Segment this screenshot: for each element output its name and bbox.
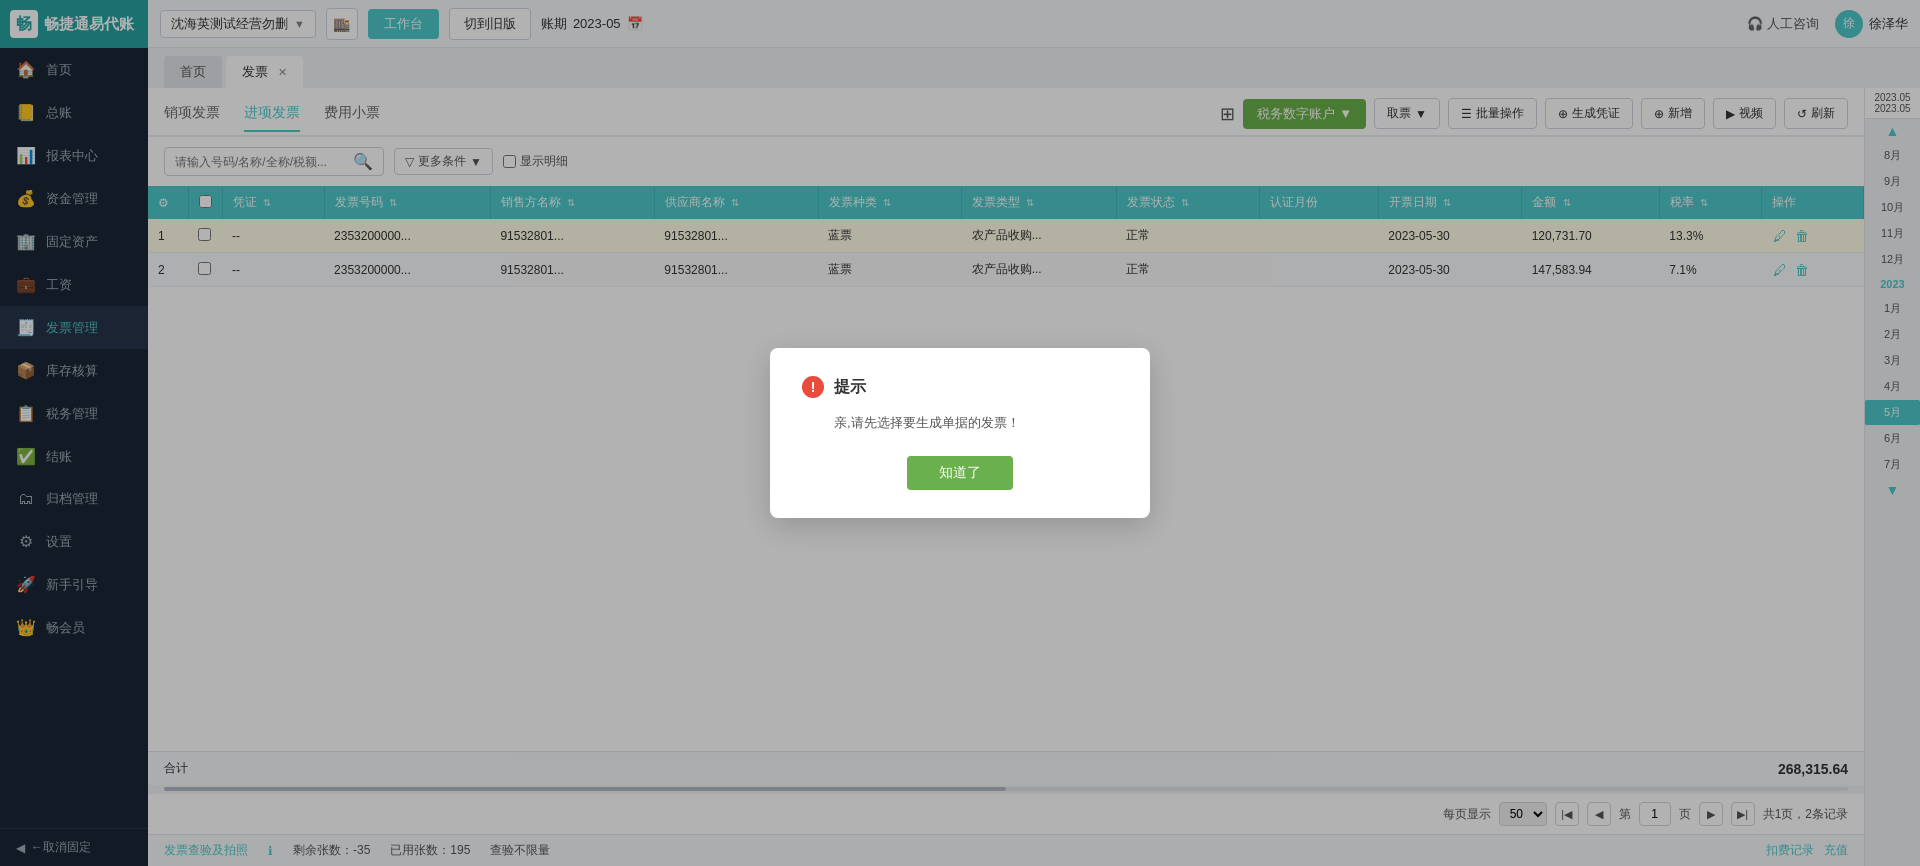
modal-message: 亲,请先选择要生成单据的发票！ xyxy=(834,415,1020,430)
modal-title: ! 提示 xyxy=(802,376,1118,398)
modal-footer: 知道了 xyxy=(802,456,1118,490)
warning-icon: ! xyxy=(802,376,824,398)
alert-modal: ! 提示 亲,请先选择要生成单据的发票！ 知道了 xyxy=(770,348,1150,518)
modal-title-text: 提示 xyxy=(834,377,866,398)
modal-body: 亲,请先选择要生成单据的发票！ xyxy=(802,414,1118,432)
confirm-button[interactable]: 知道了 xyxy=(907,456,1013,490)
modal-overlay: ! 提示 亲,请先选择要生成单据的发票！ 知道了 xyxy=(0,0,1920,866)
